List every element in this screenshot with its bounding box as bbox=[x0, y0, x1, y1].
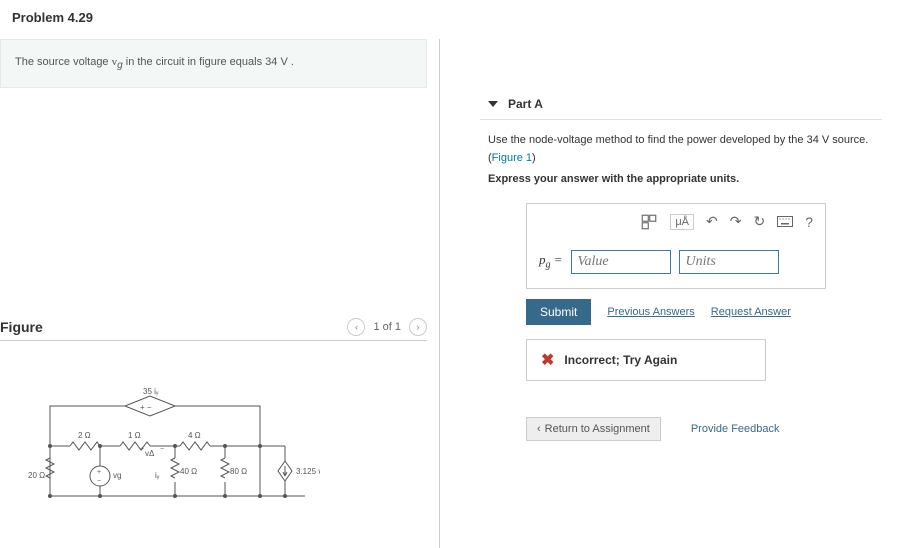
svg-text:80 Ω: 80 Ω bbox=[230, 467, 247, 476]
svg-text:35 iᵧ: 35 iᵧ bbox=[143, 387, 159, 396]
return-label: Return to Assignment bbox=[545, 423, 650, 435]
figure-link[interactable]: Figure 1 bbox=[492, 152, 532, 164]
chevron-left-icon: ‹ bbox=[537, 423, 541, 435]
feedback-text: Incorrect; Try Again bbox=[564, 353, 677, 367]
svg-text:+: + bbox=[140, 446, 144, 453]
pager-count: 1 of 1 bbox=[373, 321, 401, 333]
svg-text:20 Ω: 20 Ω bbox=[28, 471, 45, 480]
instruction-text: Use the node-voltage method to find the … bbox=[488, 134, 868, 164]
caret-down-icon bbox=[488, 101, 498, 107]
answer-variable: pg = bbox=[539, 252, 563, 271]
answer-toolbar: μÅ ↶ ↷ ↻ ? pg = bbox=[526, 203, 826, 289]
templates-icon[interactable] bbox=[640, 213, 658, 231]
svg-text:4 Ω: 4 Ω bbox=[188, 431, 201, 440]
svg-text:vΔ: vΔ bbox=[145, 449, 155, 458]
request-answer-link[interactable]: Request Answer bbox=[711, 306, 791, 318]
svg-text:+: + bbox=[97, 469, 101, 476]
svg-text:−: − bbox=[160, 446, 164, 453]
prompt-before: The source voltage bbox=[15, 56, 112, 68]
pager-prev[interactable]: ‹ bbox=[347, 318, 365, 336]
help-icon[interactable]: ? bbox=[805, 214, 813, 230]
svg-text:1 Ω: 1 Ω bbox=[128, 431, 141, 440]
figure-label: Figure bbox=[0, 319, 43, 335]
prompt-after: in the circuit in figure equals 34 V . bbox=[123, 56, 294, 68]
keyboard-icon[interactable] bbox=[777, 216, 793, 227]
circuit-figure: + − + − bbox=[0, 386, 427, 536]
redo-icon[interactable]: ↷ bbox=[730, 213, 742, 230]
undo-icon[interactable]: ↶ bbox=[706, 213, 718, 230]
figure-pager: ‹ 1 of 1 › bbox=[347, 318, 427, 336]
units-input[interactable] bbox=[679, 250, 779, 274]
provide-feedback-link[interactable]: Provide Feedback bbox=[691, 423, 780, 435]
submit-button[interactable]: Submit bbox=[526, 299, 591, 325]
pager-next[interactable]: › bbox=[409, 318, 427, 336]
svg-text:40 Ω: 40 Ω bbox=[180, 467, 197, 476]
instruction-bold: Express your answer with the appropriate… bbox=[488, 171, 882, 189]
svg-text:−: − bbox=[97, 478, 101, 485]
previous-answers-link[interactable]: Previous Answers bbox=[607, 306, 694, 318]
feedback-box: ✖ Incorrect; Try Again bbox=[526, 339, 766, 381]
svg-text:vg: vg bbox=[113, 471, 121, 480]
svg-text:+ −: + − bbox=[140, 403, 152, 412]
svg-text:3.125 vΔ: 3.125 vΔ bbox=[296, 467, 320, 476]
problem-title: Problem 4.29 bbox=[0, 0, 902, 39]
part-a-label: Part A bbox=[508, 97, 543, 111]
part-a-header[interactable]: Part A bbox=[480, 89, 882, 120]
svg-text:2 Ω: 2 Ω bbox=[78, 431, 91, 440]
instruction-after: ) bbox=[532, 152, 536, 164]
problem-statement: The source voltage vg in the circuit in … bbox=[0, 39, 427, 88]
return-button[interactable]: ‹ Return to Assignment bbox=[526, 417, 661, 441]
svg-text:iᵧ: iᵧ bbox=[155, 471, 160, 480]
value-input[interactable] bbox=[571, 250, 671, 274]
reset-icon[interactable]: ↻ bbox=[753, 213, 765, 230]
x-icon: ✖ bbox=[541, 350, 554, 370]
unit-mu-a[interactable]: μÅ bbox=[670, 214, 694, 230]
